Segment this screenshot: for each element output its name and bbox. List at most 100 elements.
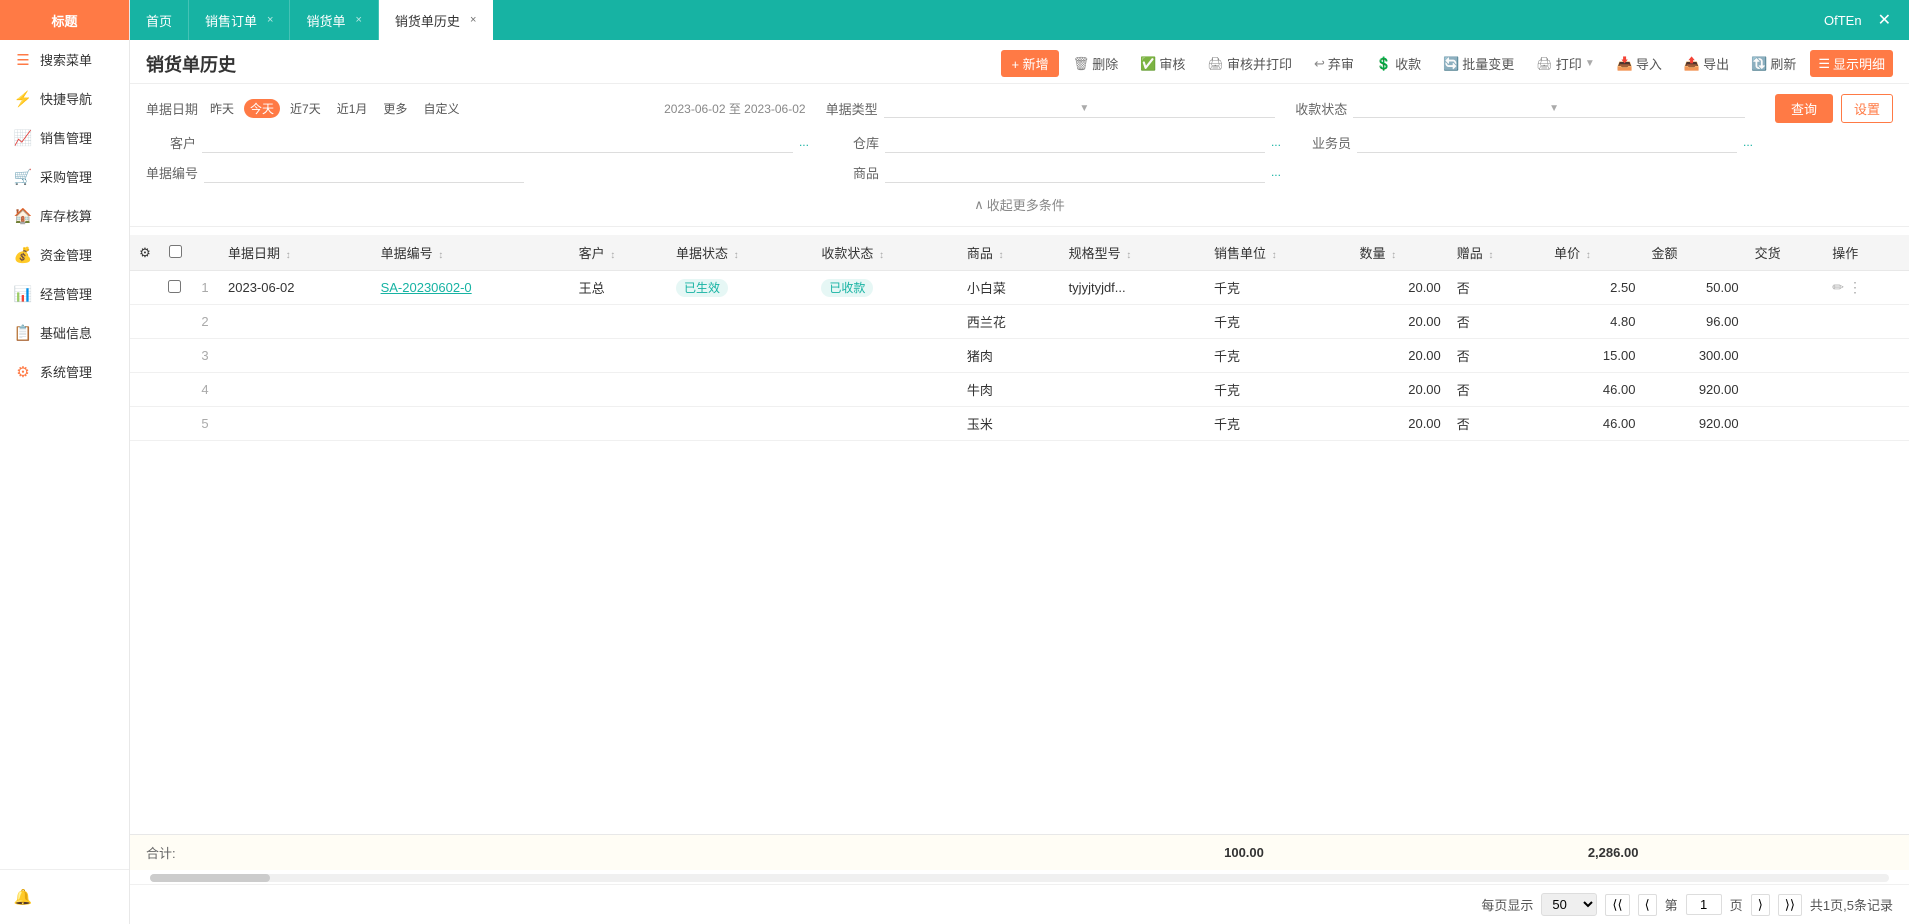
prev-page-button[interactable]: ⟨ <box>1638 894 1657 916</box>
date-chip-more[interactable]: 更多 <box>377 99 413 118</box>
staff-ellipsis[interactable]: ... <box>1743 135 1753 149</box>
close-sales-goods-tab[interactable]: × <box>355 14 361 26</box>
warehouse-ellipsis[interactable]: ... <box>1271 135 1281 149</box>
footer-totals: 100.00 2,286.00 <box>186 845 1893 860</box>
cell-sales-unit: 千克 <box>1206 373 1351 407</box>
export-button[interactable]: 📤 导出 <box>1676 50 1737 77</box>
sidebar-item-search-menu[interactable]: ☰ 搜索菜单 <box>0 40 129 79</box>
more-action-icon[interactable]: ⋮ <box>1848 279 1862 296</box>
tab-home[interactable]: 首页 <box>130 0 189 40</box>
first-page-button[interactable]: ⟨⟨ <box>1605 894 1629 916</box>
table-footer: 合计: 100.00 2,286.00 <box>130 834 1909 870</box>
th-doc-status[interactable]: 单据状态 ↕ <box>668 235 813 271</box>
th-pay-status[interactable]: 收款状态 ↕ <box>813 235 958 271</box>
customer-input[interactable] <box>202 131 793 153</box>
sort-salesunit-icon: ↕ <box>1272 250 1277 261</box>
audit-print-button[interactable]: 🖨 审核并打印 <box>1199 50 1300 77</box>
goods-filter-item: 商品 ... <box>829 161 1281 183</box>
per-page-select[interactable]: 50 20 100 <box>1541 893 1597 916</box>
date-chip-custom[interactable]: 自定义 <box>417 99 465 118</box>
docno-input[interactable] <box>204 161 524 183</box>
delete-button[interactable]: 🗑 删除 <box>1065 50 1127 77</box>
cell-date <box>220 339 373 373</box>
date-chip-yesterday[interactable]: 昨天 <box>204 99 240 118</box>
th-amount: 金额 <box>1643 235 1746 271</box>
cell-check[interactable] <box>160 271 190 305</box>
docno-link[interactable]: SA-20230602-0 <box>381 280 472 295</box>
th-unit-price[interactable]: 单价 ↕ <box>1546 235 1643 271</box>
tab-sales-history[interactable]: 销货单历史 × <box>379 0 493 40</box>
th-gear[interactable]: ⚙ <box>130 235 160 271</box>
cell-check[interactable] <box>160 339 190 373</box>
collect-button[interactable]: 💲 收款 <box>1368 50 1429 77</box>
import-button[interactable]: 📥 导入 <box>1609 50 1670 77</box>
sidebar-item-purchase-mgmt[interactable]: 🛒 采购管理 <box>0 157 129 196</box>
sidebar-item-base-info[interactable]: 📋 基础信息 <box>0 313 129 352</box>
batch-change-button[interactable]: 🔄 批量变更 <box>1435 50 1522 77</box>
sidebar-item-inventory[interactable]: 🏠 库存核算 <box>0 196 129 235</box>
main-area: 首页 销售订单 × 销货单 × 销货单历史 × OfTEn ✕ 销货单历史 + … <box>130 0 1909 924</box>
date-chip-today[interactable]: 今天 <box>244 99 280 118</box>
customer-ellipsis[interactable]: ... <box>799 135 809 149</box>
select-all-checkbox[interactable] <box>169 245 182 258</box>
sidebar-item-sales-mgmt[interactable]: 📈 销售管理 <box>0 118 129 157</box>
staff-input[interactable] <box>1357 131 1737 153</box>
cell-amount: 96.00 <box>1643 305 1746 339</box>
doc-type-dropdown-arrow: ▼ <box>1079 103 1269 114</box>
scrollbar-thumb[interactable] <box>150 874 270 882</box>
table-container: ⚙ 单据日期 ↕ 单据编号 ↕ 客户 ↕ <box>130 235 1909 834</box>
close-window-button[interactable]: ✕ <box>1870 10 1899 30</box>
th-goods[interactable]: 商品 ↕ <box>959 235 1061 271</box>
cell-unit-price: 46.00 <box>1546 373 1643 407</box>
goods-input[interactable] <box>885 161 1265 183</box>
sidebar-item-ops-mgmt[interactable]: 📊 经营管理 <box>0 274 129 313</box>
docno-filter-item: 单据编号 <box>146 161 809 183</box>
last-page-button[interactable]: ⟩⟩ <box>1778 894 1802 916</box>
cell-spec <box>1061 339 1206 373</box>
date-chip-1month[interactable]: 近1月 <box>331 99 374 118</box>
refresh-button[interactable]: 🔃 刷新 <box>1743 50 1804 77</box>
th-customer[interactable]: 客户 ↕ <box>571 235 668 271</box>
th-qty[interactable]: 数量 ↕ <box>1351 235 1448 271</box>
sidebar-item-fund-mgmt[interactable]: 💰 资金管理 <box>0 235 129 274</box>
th-docno[interactable]: 单据编号 ↕ <box>373 235 571 271</box>
cell-check[interactable] <box>160 407 190 441</box>
th-spec[interactable]: 规格型号 ↕ <box>1061 235 1206 271</box>
cell-sales-unit: 千克 <box>1206 305 1351 339</box>
sidebar-item-sys-mgmt[interactable]: ⚙ 系统管理 <box>0 352 129 391</box>
payment-status-dropdown[interactable]: ▼ <box>1353 100 1745 118</box>
abandon-button[interactable]: ↩ 弃审 <box>1306 50 1362 77</box>
sidebar-item-quick-nav[interactable]: ⚡ 快捷导航 <box>0 79 129 118</box>
show-detail-button[interactable]: ☰ 显示明细 <box>1810 50 1893 77</box>
cell-gear <box>130 373 160 407</box>
th-sales-unit[interactable]: 销售单位 ↕ <box>1206 235 1351 271</box>
audit-button[interactable]: ✅ 审核 <box>1132 50 1193 77</box>
delete-icon: 🗑 <box>1073 56 1090 72</box>
edit-action-icon[interactable]: ✏ <box>1832 279 1844 296</box>
horizontal-scrollbar-track[interactable] <box>130 870 1909 884</box>
date-chip-7days[interactable]: 近7天 <box>284 99 327 118</box>
cell-check[interactable] <box>160 305 190 339</box>
new-button[interactable]: + 新增 <box>1001 50 1058 77</box>
next-page-button[interactable]: ⟩ <box>1751 894 1770 916</box>
sidebar-bottom-item1[interactable]: 🔔 <box>0 878 129 916</box>
print-button[interactable]: 🖨 打印 ▼ <box>1528 50 1602 77</box>
close-sales-history-tab[interactable]: × <box>470 14 476 26</box>
tab-sales-goods[interactable]: 销货单 × <box>290 0 378 40</box>
th-gift[interactable]: 赠品 ↕ <box>1449 235 1546 271</box>
cell-check[interactable] <box>160 373 190 407</box>
th-check[interactable] <box>160 235 190 271</box>
query-button[interactable]: 查询 <box>1775 94 1833 123</box>
th-date[interactable]: 单据日期 ↕ <box>220 235 373 271</box>
page-number-input[interactable] <box>1686 894 1722 915</box>
setting-button[interactable]: 设置 <box>1841 94 1893 123</box>
cell-unit-price: 2.50 <box>1546 271 1643 305</box>
close-sales-order-tab[interactable]: × <box>267 14 273 26</box>
collapse-button[interactable]: ∧ 收起更多条件 <box>974 195 1065 214</box>
goods-ellipsis[interactable]: ... <box>1271 165 1281 179</box>
tab-sales-order[interactable]: 销售订单 × <box>189 0 290 40</box>
table-row: 3 猪肉 千克 20.00 否 15.00 300.00 <box>130 339 1909 373</box>
doc-type-dropdown[interactable]: ▼ <box>884 100 1276 118</box>
warehouse-input[interactable] <box>885 131 1265 153</box>
row-checkbox[interactable] <box>168 280 181 293</box>
